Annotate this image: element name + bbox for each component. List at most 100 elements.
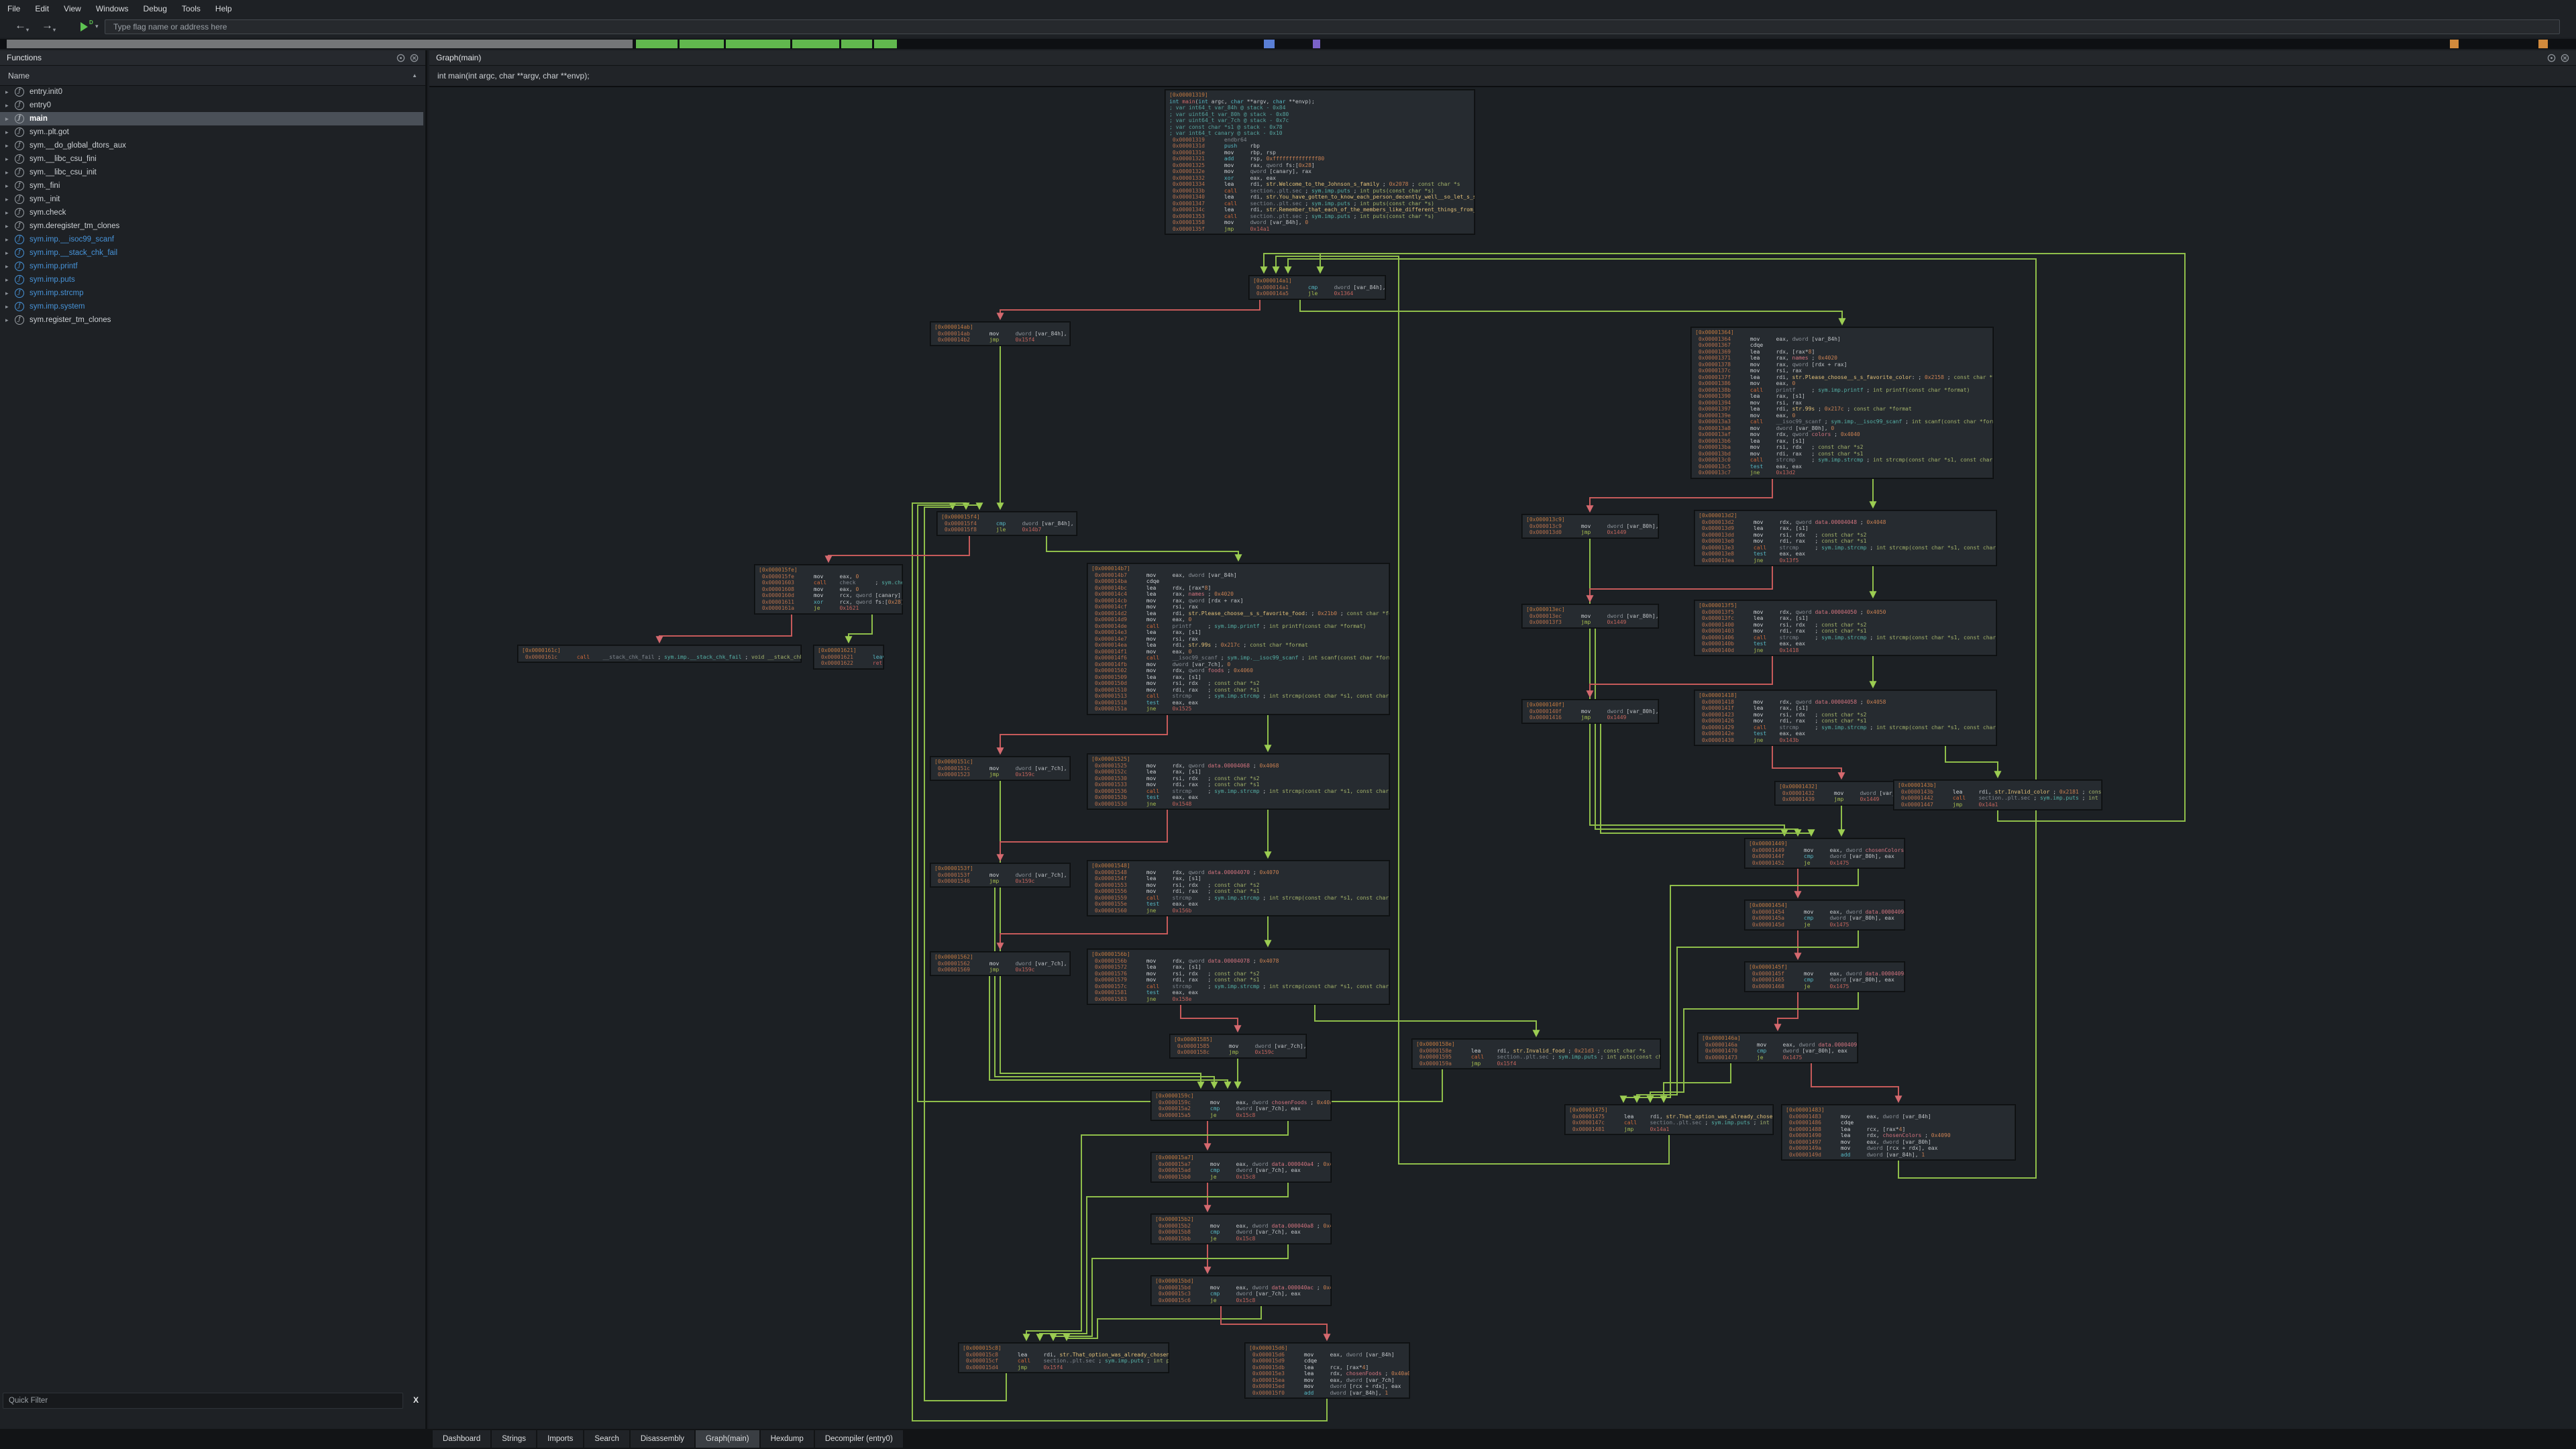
graph-block-0x00001475[interactable]: [0x00001475] 0x00001475 lea rdi, str.Tha… [1564, 1104, 1774, 1135]
expand-icon[interactable]: ▸ [5, 276, 15, 284]
graph-block-0x0000156b[interactable]: [0x0000156b] 0x0000156b mov rdx, qword d… [1087, 949, 1390, 1005]
expand-icon[interactable]: ▸ [5, 89, 15, 96]
function-row-sym.imp.system[interactable]: ▸ ƒ sym.imp.system [0, 300, 423, 313]
graph-block-0x000015bd[interactable]: [0x000015bd] 0x000015bd mov eax, dword d… [1150, 1275, 1332, 1306]
debug-dropdown-icon[interactable]: ▾ [95, 23, 99, 30]
function-row-sym.__libc_csu_init[interactable]: ▸ ƒ sym.__libc_csu_init [0, 166, 423, 179]
panel-close-icon[interactable] [2561, 54, 2569, 62]
graph-block-0x000014a1[interactable]: [0x000014a1] 0x000014a1 cmp dword [var_8… [1248, 275, 1386, 300]
function-row-entry.init0[interactable]: ▸ ƒ entry.init0 [0, 85, 423, 99]
graph-block-0x00001483[interactable]: [0x00001483] 0x00001483 mov eax, dword [… [1781, 1104, 2016, 1161]
graph-block-0x000014ab[interactable]: [0x000014ab] 0x000014ab mov dword [var_8… [930, 321, 1071, 346]
graph-block-0x00001454[interactable]: [0x00001454] 0x00001454 mov eax, dword d… [1744, 900, 1905, 930]
panel-options-icon[interactable] [396, 54, 405, 62]
menu-item-file[interactable]: File [0, 0, 28, 17]
graph-block-0x00001449[interactable]: [0x00001449] 0x00001449 mov eax, dword c… [1744, 838, 1905, 869]
menu-item-edit[interactable]: Edit [28, 0, 56, 17]
back-button[interactable]: ←▾ [15, 19, 29, 33]
graph-block-0x000013c9[interactable]: [0x000013c9] 0x000013c9 mov dword [var_8… [1521, 514, 1659, 539]
function-row-sym._fini[interactable]: ▸ ƒ sym._fini [0, 179, 423, 193]
forward-button[interactable]: →▾ [42, 19, 56, 33]
expand-icon[interactable]: ▸ [5, 236, 15, 244]
graph-block-0x0000146a[interactable]: [0x0000146a] 0x0000146a mov eax, dword d… [1697, 1032, 1858, 1063]
expand-icon[interactable]: ▸ [5, 303, 15, 311]
function-row-sym.imp.__stack_chk_fail[interactable]: ▸ ƒ sym.imp.__stack_chk_fail [0, 246, 423, 260]
menu-item-windows[interactable]: Windows [89, 0, 136, 17]
graph-block-0x00001364[interactable]: [0x00001364] 0x00001364 mov eax, dword [… [1690, 327, 1994, 479]
expand-icon[interactable]: ▸ [5, 250, 15, 257]
expand-icon[interactable]: ▸ [5, 102, 15, 109]
memory-map-strip[interactable] [0, 39, 2576, 49]
expand-icon[interactable]: ▸ [5, 196, 15, 203]
menu-item-view[interactable]: View [56, 0, 89, 17]
function-row-sym..plt.got[interactable]: ▸ ƒ sym..plt.got [0, 125, 423, 139]
graph-block-0x00001525[interactable]: [0x00001525] 0x00001525 mov rdx, qword d… [1087, 753, 1390, 810]
expand-icon[interactable]: ▸ [5, 129, 15, 136]
graph-block-0x000015c8[interactable]: [0x000015c8] 0x000015c8 lea rdi, str.Tha… [958, 1342, 1169, 1373]
tab-graph-main-[interactable]: Graph(main) [696, 1430, 759, 1448]
function-row-sym.imp.printf[interactable]: ▸ ƒ sym.imp.printf [0, 260, 423, 273]
back-dropdown-icon[interactable]: ▾ [26, 27, 29, 33]
function-row-main[interactable]: ▸ ƒ main [0, 112, 423, 125]
graph-canvas[interactable]: [0x00001319] int main(int argc, char **ar… [429, 87, 2576, 1429]
graph-block-0x0000159c[interactable]: [0x0000159c] 0x0000159c mov eax, dword c… [1150, 1090, 1332, 1121]
graph-block-0x0000158e[interactable]: [0x0000158e] 0x0000158e lea rdi, str.Inv… [1411, 1038, 1661, 1069]
tab-disassembly[interactable]: Disassembly [630, 1430, 695, 1448]
graph-block-0x000015a7[interactable]: [0x000015a7] 0x000015a7 mov eax, dword d… [1150, 1152, 1332, 1183]
function-row-sym.check[interactable]: ▸ ƒ sym.check [0, 206, 423, 219]
graph-block-0x000015d6[interactable]: [0x000015d6] 0x000015d6 mov eax, dword [… [1244, 1342, 1410, 1399]
seek-input[interactable] [105, 19, 2560, 34]
function-row-entry0[interactable]: ▸ ƒ entry0 [0, 99, 423, 112]
function-row-sym.imp.__isoc99_scanf[interactable]: ▸ ƒ sym.imp.__isoc99_scanf [0, 233, 423, 246]
expand-icon[interactable]: ▸ [5, 223, 15, 230]
graph-block-0x000013f5[interactable]: [0x000013f5] 0x000013f5 mov rdx, qword d… [1694, 600, 1997, 656]
expand-icon[interactable]: ▸ [5, 156, 15, 163]
tab-dashboard[interactable]: Dashboard [433, 1430, 491, 1448]
function-row-sym._init[interactable]: ▸ ƒ sym._init [0, 193, 423, 206]
function-row-sym.__libc_csu_fini[interactable]: ▸ ƒ sym.__libc_csu_fini [0, 152, 423, 166]
graph-block-0x000015f4[interactable]: [0x000015f4] 0x000015f4 cmp dword [var_8… [936, 511, 1077, 536]
tab-search[interactable]: Search [584, 1430, 629, 1448]
tab-strings[interactable]: Strings [492, 1430, 537, 1448]
functions-column-header[interactable]: Name ▲ [0, 66, 425, 86]
function-row-sym.deregister_tm_clones[interactable]: ▸ ƒ sym.deregister_tm_clones [0, 219, 423, 233]
graph-block-0x00001432[interactable]: [0x00001432] 0x00001432 mov dword [var_8… [1774, 781, 1909, 806]
menu-item-tools[interactable]: Tools [174, 0, 208, 17]
graph-block-0x0000153f[interactable]: [0x0000153f] 0x0000153f mov dword [var_7… [930, 863, 1071, 888]
graph-block-0x00001418[interactable]: [0x00001418] 0x00001418 mov rdx, qword d… [1694, 690, 1997, 746]
graph-block-0x0000140f[interactable]: [0x0000140f] 0x0000140f mov dword [var_8… [1521, 699, 1659, 724]
panel-close-icon[interactable] [410, 54, 419, 62]
menu-item-debug[interactable]: Debug [136, 0, 174, 17]
graph-block-0x000013d2[interactable]: [0x000013d2] 0x000013d2 mov rdx, qword d… [1694, 510, 1997, 566]
function-row-sym.__do_global_dtors_aux[interactable]: ▸ ƒ sym.__do_global_dtors_aux [0, 139, 423, 152]
expand-icon[interactable]: ▸ [5, 209, 15, 217]
graph-block-0x0000143b[interactable]: [0x0000143b] 0x0000143b lea rdi, str.Inv… [1893, 780, 2102, 810]
expand-icon[interactable]: ▸ [5, 169, 15, 176]
graph-block-0x000013ec[interactable]: [0x000013ec] 0x000013ec mov dword [var_8… [1521, 604, 1659, 629]
expand-icon[interactable]: ▸ [5, 115, 15, 123]
quick-filter-input[interactable] [3, 1393, 403, 1409]
tab-imports[interactable]: Imports [537, 1430, 584, 1448]
graph-block-0x0000161c[interactable]: [0x0000161c] 0x0000161c call __stack_chk… [517, 645, 802, 663]
menu-item-help[interactable]: Help [208, 0, 239, 17]
tab-hexdump[interactable]: Hexdump [760, 1430, 814, 1448]
graph-block-0x000015fe[interactable]: [0x000015fe] 0x000015fe mov eax, 0 0x000… [754, 564, 903, 614]
graph-block-0x00001319[interactable]: [0x00001319] int main(int argc, char **ar… [1165, 89, 1475, 235]
graph-block-0x00001585[interactable]: [0x00001585] 0x00001585 mov dword [var_7… [1169, 1034, 1307, 1059]
graph-block-0x00001562[interactable]: [0x00001562] 0x00001562 mov dword [var_7… [930, 951, 1071, 976]
expand-icon[interactable]: ▸ [5, 182, 15, 190]
forward-dropdown-icon[interactable]: ▾ [53, 27, 56, 33]
graph-block-0x00001621[interactable]: [0x00001621] 0x00001621 leave 0x00001622… [813, 645, 884, 669]
graph-block-0x000015b2[interactable]: [0x000015b2] 0x000015b2 mov eax, dword d… [1150, 1214, 1332, 1244]
tab-decompiler-entry0-[interactable]: Decompiler (entry0) [814, 1430, 903, 1448]
graph-block-0x000014b7[interactable]: [0x000014b7] 0x000014b7 mov eax, dword [… [1087, 563, 1390, 715]
expand-icon[interactable]: ▸ [5, 317, 15, 324]
expand-icon[interactable]: ▸ [5, 290, 15, 297]
function-row-sym.imp.strcmp[interactable]: ▸ ƒ sym.imp.strcmp [0, 286, 423, 300]
expand-icon[interactable]: ▸ [5, 142, 15, 150]
graph-block-0x0000145f[interactable]: [0x0000145f] 0x0000145f mov eax, dword d… [1744, 961, 1905, 992]
graph-block-0x00001548[interactable]: [0x00001548] 0x00001548 mov rdx, qword d… [1087, 860, 1390, 916]
expand-icon[interactable]: ▸ [5, 263, 15, 270]
panel-options-icon[interactable] [2547, 54, 2556, 62]
debug-start-icon[interactable] [80, 22, 88, 32]
